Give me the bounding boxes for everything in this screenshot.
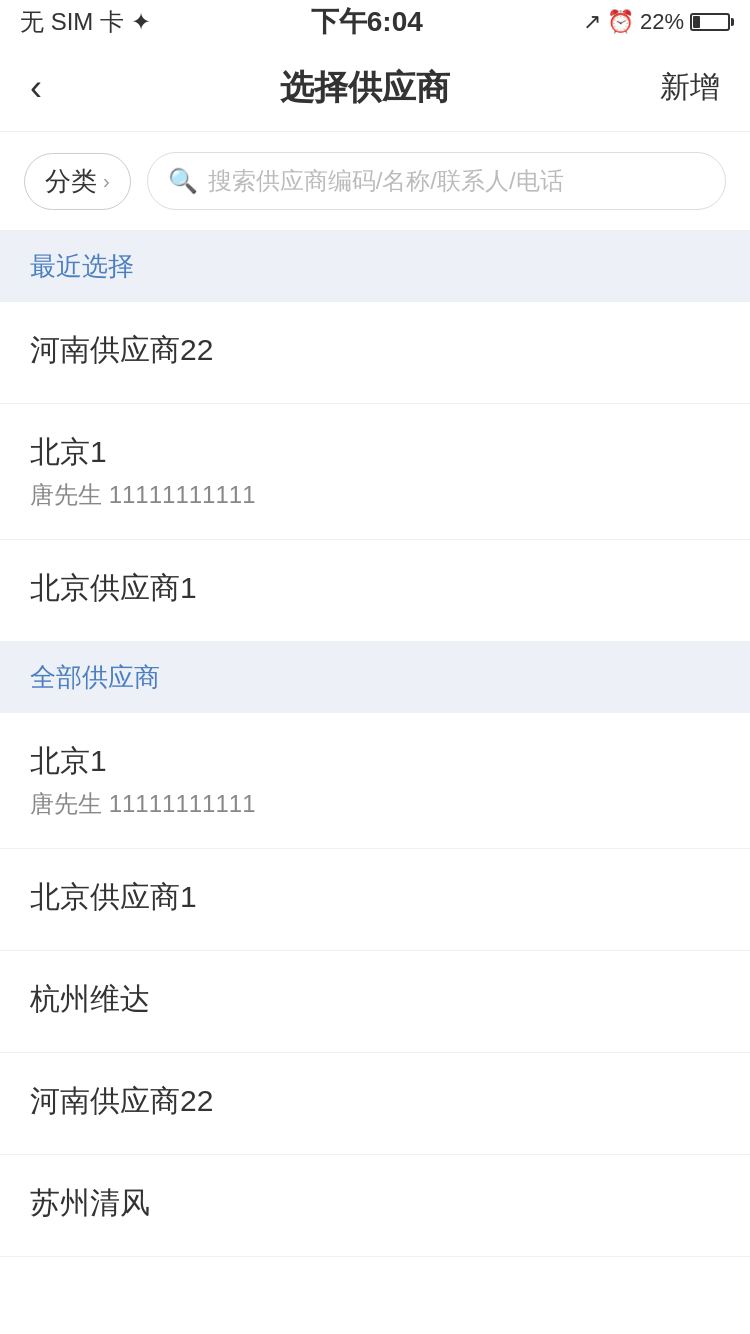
all-items-list: 北京1 唐先生 11111111111 北京供应商1 杭州维达 河南供应商22 … [0, 713, 750, 1257]
list-item[interactable]: 北京供应商1 [0, 540, 750, 642]
item-name: 北京供应商1 [30, 568, 720, 609]
status-left: 无 SIM 卡 ✦ [20, 6, 151, 38]
item-name: 苏州清风 [30, 1183, 720, 1224]
list-item[interactable]: 河南供应商22 [0, 302, 750, 404]
item-name: 北京1 [30, 741, 720, 782]
chevron-right-icon: › [103, 170, 110, 193]
item-name: 河南供应商22 [30, 330, 720, 371]
back-button[interactable]: ‹ [30, 67, 90, 109]
list-item[interactable]: 杭州维达 [0, 951, 750, 1053]
battery-icon [690, 13, 730, 31]
item-name: 北京供应商1 [30, 877, 720, 918]
nav-bar: ‹ 选择供应商 新增 [0, 44, 750, 132]
status-bar: 无 SIM 卡 ✦ 下午6:04 ↗ ⏰ 22% [0, 0, 750, 44]
status-time: 下午6:04 [311, 3, 423, 41]
all-section-header: 全部供应商 [0, 642, 750, 713]
add-button[interactable]: 新增 [640, 67, 720, 108]
all-section-label: 全部供应商 [30, 662, 160, 692]
list-item[interactable]: 北京1 唐先生 11111111111 [0, 404, 750, 540]
list-item[interactable]: 河南供应商22 [0, 1053, 750, 1155]
item-sub: 唐先生 11111111111 [30, 788, 720, 820]
item-sub: 唐先生 11111111111 [30, 479, 720, 511]
location-icon: ↗ [583, 9, 601, 35]
filter-bar: 分类 › 🔍 搜索供应商编码/名称/联系人/电话 [0, 132, 750, 231]
item-name: 河南供应商22 [30, 1081, 720, 1122]
battery-percent: 22% [640, 9, 684, 35]
page-title: 选择供应商 [280, 65, 450, 111]
search-icon: 🔍 [168, 167, 198, 195]
search-box[interactable]: 🔍 搜索供应商编码/名称/联系人/电话 [147, 152, 726, 210]
list-item[interactable]: 苏州清风 [0, 1155, 750, 1257]
no-sim-label: 无 SIM 卡 ✦ [20, 6, 151, 38]
list-item[interactable]: 北京供应商1 [0, 849, 750, 951]
list-item[interactable]: 北京1 唐先生 11111111111 [0, 713, 750, 849]
recent-section-header: 最近选择 [0, 231, 750, 302]
item-name: 北京1 [30, 432, 720, 473]
recent-items-list: 河南供应商22 北京1 唐先生 11111111111 北京供应商1 [0, 302, 750, 642]
category-button[interactable]: 分类 › [24, 153, 131, 210]
recent-section-label: 最近选择 [30, 251, 134, 281]
alarm-icon: ⏰ [607, 9, 634, 35]
item-name: 杭州维达 [30, 979, 720, 1020]
category-label: 分类 [45, 164, 97, 199]
search-placeholder: 搜索供应商编码/名称/联系人/电话 [208, 165, 564, 197]
status-right: ↗ ⏰ 22% [583, 9, 730, 35]
